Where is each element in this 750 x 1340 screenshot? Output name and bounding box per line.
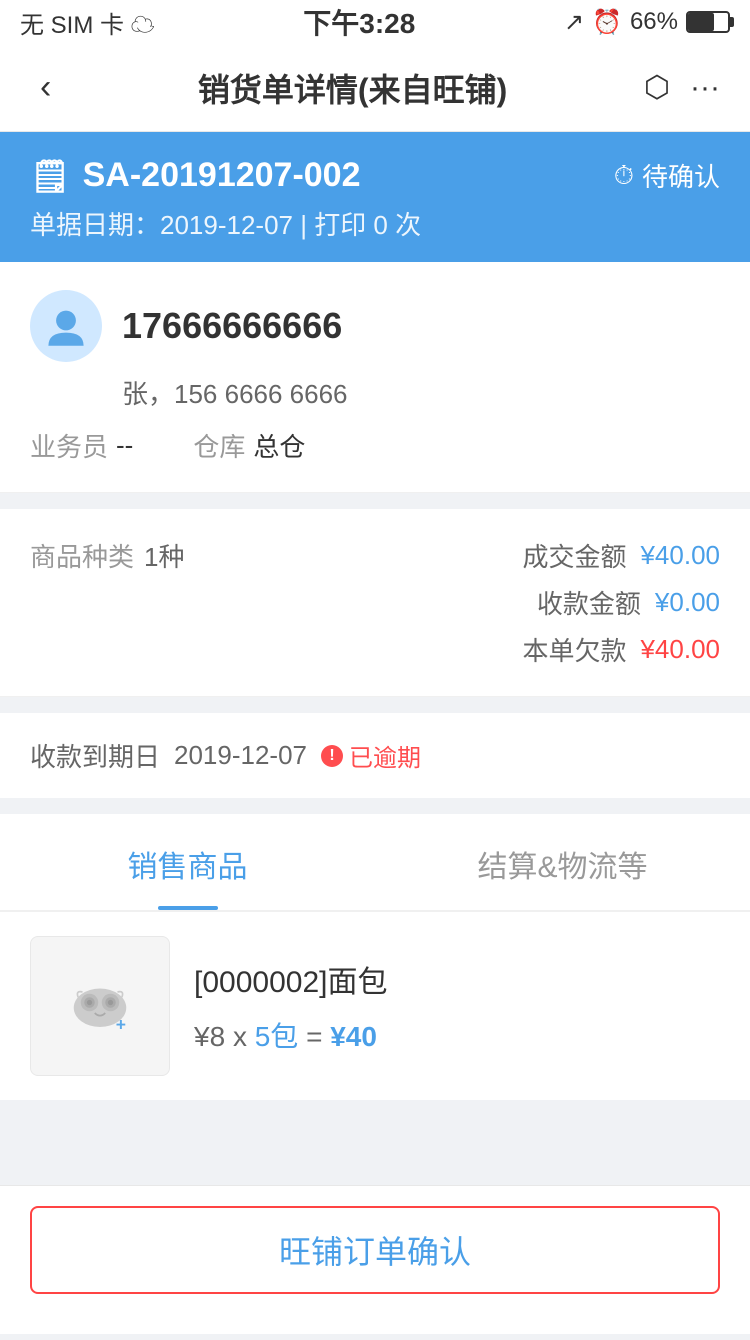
customer-top: 17666666666	[30, 290, 720, 362]
deal-amount-label: 成交金额	[522, 537, 626, 574]
product-name: [0000002]面包	[194, 957, 720, 1001]
summary-row: 商品种类 1种 成交金额 ¥40.00 收款金额 ¥0.00 本单欠款 ¥40.…	[30, 537, 720, 668]
tabs-section: 销售商品 结算&物流等 +	[0, 814, 750, 1100]
clock-icon: ⏱	[614, 160, 634, 192]
summary-section: 商品种类 1种 成交金额 ¥40.00 收款金额 ¥0.00 本单欠款 ¥40.…	[0, 509, 750, 697]
debt-value: ¥40.00	[640, 634, 720, 665]
goods-type: 商品种类 1种	[30, 537, 184, 574]
battery-percent: 66%	[630, 8, 678, 36]
order-status: ⏱ 待确认	[614, 157, 720, 194]
due-date-label: 收款到期日	[30, 737, 160, 774]
status-bar-right: ↗ ⏰ 66%	[564, 8, 730, 37]
product-image: +	[30, 936, 170, 1076]
collection-row: 收款金额 ¥0.00	[537, 584, 720, 621]
product-info: [0000002]面包 ¥8 x 5包 = ¥40	[194, 957, 720, 1055]
product-price: ¥8 x 5包 = ¥40	[194, 1015, 720, 1055]
goods-type-label: 商品种类	[30, 537, 134, 574]
collection-value: ¥0.00	[655, 587, 720, 618]
share-icon[interactable]: ⬡	[644, 70, 670, 105]
order-header: 🗒 SA-20191207-002 ⏱ 待确认 单据日期：2019-12-07 …	[0, 132, 750, 262]
order-icon: 🗒	[30, 157, 71, 195]
goods-type-value: 1种	[144, 537, 184, 574]
warehouse-item: 仓库 总仓	[193, 427, 305, 464]
customer-name: 张，156 6666 6666	[122, 374, 720, 411]
tab-sales-goods[interactable]: 销售商品	[0, 814, 375, 910]
page-title: 销货单详情(来自旺铺)	[198, 65, 507, 111]
svg-text:+: +	[116, 1015, 126, 1035]
alarm-icon: ⏰	[592, 8, 622, 37]
salesperson-value: --	[116, 430, 133, 461]
debt-row: 本单欠款 ¥40.00	[522, 631, 720, 668]
overdue-dot: !	[321, 745, 343, 767]
warehouse-value: 总仓	[253, 427, 305, 464]
deal-amount-row: 成交金额 ¥40.00	[522, 537, 720, 574]
avatar-icon	[44, 304, 88, 348]
bottom-bar: 旺铺订单确认	[0, 1185, 750, 1334]
order-meta: 单据日期：2019-12-07 | 打印 0 次	[30, 205, 720, 242]
nav-actions: ⬡ ···	[644, 70, 720, 105]
multiply-sign: x	[233, 1021, 255, 1052]
status-bar-time: 下午3:28	[303, 2, 415, 42]
order-id-text: SA-20191207-002	[83, 156, 361, 195]
more-icon[interactable]: ···	[690, 71, 720, 105]
product-thumbnail: +	[55, 971, 145, 1041]
order-header-top: 🗒 SA-20191207-002 ⏱ 待确认	[30, 156, 720, 195]
due-section: 收款到期日 2019-12-07 ! 已逾期	[0, 713, 750, 798]
quantity-value: 5包	[255, 1021, 299, 1052]
battery-icon	[686, 11, 730, 33]
confirm-button[interactable]: 旺铺订单确认	[30, 1206, 720, 1294]
order-id: 🗒 SA-20191207-002	[30, 156, 361, 195]
customer-avatar	[30, 290, 102, 362]
due-date-value: 2019-12-07	[174, 740, 307, 771]
sim-status: 无 SIM 卡 ☁	[20, 5, 155, 40]
overdue-badge: ! 已逾期	[321, 738, 421, 773]
location-icon: ↗	[564, 8, 584, 37]
status-bar: 无 SIM 卡 ☁ 下午3:28 ↗ ⏰ 66%	[0, 0, 750, 44]
collection-label: 收款金额	[537, 584, 641, 621]
customer-details: 业务员 -- 仓库 总仓	[30, 427, 720, 464]
product-section: + [0000002]面包 ¥8 x 5包 = ¥40	[0, 912, 750, 1100]
debt-label: 本单欠款	[522, 631, 626, 668]
tabs-header: 销售商品 结算&物流等	[0, 814, 750, 912]
amounts: 成交金额 ¥40.00 收款金额 ¥0.00 本单欠款 ¥40.00	[522, 537, 720, 668]
nav-bar: ‹ 销货单详情(来自旺铺) ⬡ ···	[0, 44, 750, 132]
total-value: ¥40	[330, 1021, 377, 1052]
overdue-text: 已逾期	[349, 738, 421, 773]
price-value: ¥8	[194, 1021, 225, 1052]
status-bar-left: 无 SIM 卡 ☁	[20, 5, 155, 40]
customer-section: 17666666666 张，156 6666 6666 业务员 -- 仓库 总仓	[0, 262, 750, 493]
equals-sign: =	[306, 1021, 330, 1052]
customer-phone: 17666666666	[122, 305, 342, 347]
back-button[interactable]: ‹	[30, 58, 61, 117]
tab-settlement[interactable]: 结算&物流等	[375, 814, 750, 910]
status-text: 待确认	[642, 157, 720, 194]
salesperson-label: 业务员	[30, 427, 108, 464]
warehouse-label: 仓库	[193, 427, 245, 464]
deal-amount-value: ¥40.00	[640, 540, 720, 571]
salesperson-item: 业务员 --	[30, 427, 133, 464]
product-item: + [0000002]面包 ¥8 x 5包 = ¥40	[30, 936, 720, 1076]
